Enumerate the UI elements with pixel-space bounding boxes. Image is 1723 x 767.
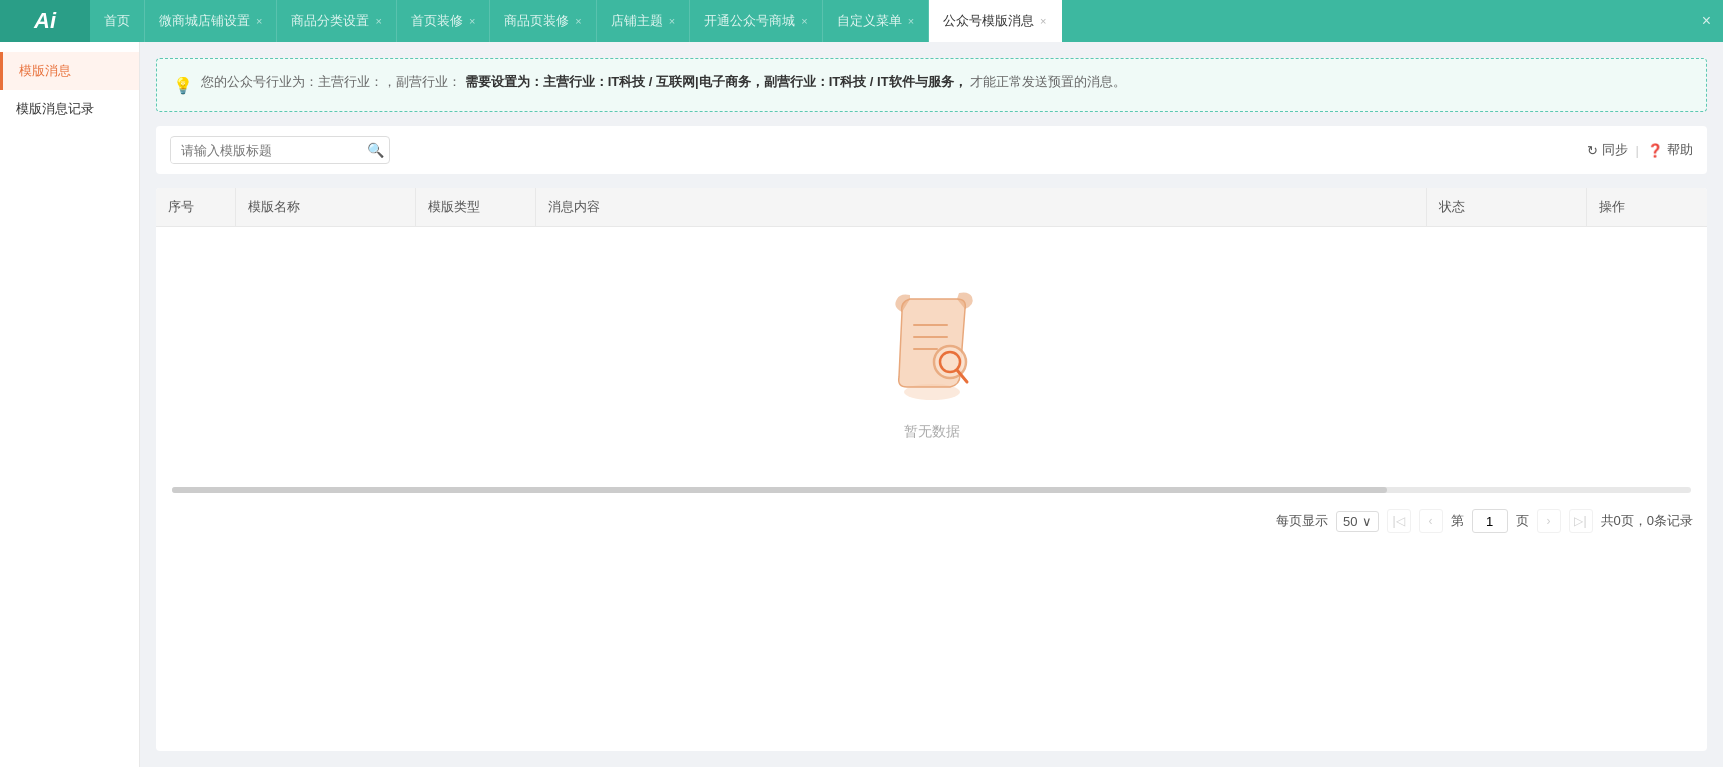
empty-state: 暂无数据 (156, 227, 1707, 481)
close-tab-product-category[interactable]: × (375, 15, 381, 27)
notice-icon: 💡 (173, 72, 193, 99)
close-tab-micro-store[interactable]: × (256, 15, 262, 27)
notice-suffix: 才能正常发送预置的消息。 (970, 74, 1126, 89)
table-header: 序号模版名称模版类型消息内容状态操作 (156, 188, 1707, 227)
per-page-select[interactable]: 50 ∨ (1336, 511, 1378, 532)
table-header-seq: 序号 (156, 188, 236, 226)
help-icon: ❓ (1647, 143, 1663, 158)
notice-highlight: 需要设置为：主营行业：IT科技 / 互联网|电子商务，副营行业：IT科技 / I… (465, 74, 967, 89)
close-tab-template-message[interactable]: × (1040, 15, 1046, 27)
nav-tab-template-message[interactable]: 公众号模版消息× (929, 0, 1061, 42)
empty-text: 暂无数据 (904, 423, 960, 441)
search-button[interactable]: 🔍 (359, 137, 390, 163)
nav-tabs: 首页微商城店铺设置×商品分类设置×首页装修×商品页装修×店铺主题×开通公众号商城… (90, 0, 1723, 42)
table-header-content: 消息内容 (536, 188, 1427, 226)
notice-text: 您的公众号行业为：主营行业：，副营行业： 需要设置为：主营行业：IT科技 / 互… (201, 71, 1126, 93)
toolbar-right: ↻ 同步 | ❓ 帮助 (1587, 141, 1693, 159)
nav-tab-micro-store[interactable]: 微商城店铺设置× (145, 0, 277, 42)
close-all-button[interactable]: × (1702, 12, 1711, 30)
search-wrap: 🔍 (170, 136, 390, 164)
nav-tab-open-store[interactable]: 开通公众号商城× (690, 0, 822, 42)
search-input[interactable] (171, 138, 359, 163)
page-unit: 页 (1516, 512, 1529, 530)
sidebar: 模版消息模版消息记录 (0, 42, 140, 767)
per-page-chevron: ∨ (1362, 514, 1372, 529)
help-button[interactable]: ❓ 帮助 (1647, 141, 1693, 159)
table-header-name: 模版名称 (236, 188, 416, 226)
toolbar-divider: | (1636, 143, 1639, 158)
close-tab-custom-menu[interactable]: × (908, 15, 914, 27)
toolbar: 🔍 ↻ 同步 | ❓ 帮助 (156, 126, 1707, 174)
prev-page-button[interactable]: ‹ (1419, 509, 1443, 533)
sidebar-item-template-msg[interactable]: 模版消息 (0, 52, 139, 90)
top-nav: Ai 首页微商城店铺设置×商品分类设置×首页装修×商品页装修×店铺主题×开通公众… (0, 0, 1723, 42)
next-page-button[interactable]: › (1537, 509, 1561, 533)
notice-box: 💡 您的公众号行业为：主营行业：，副营行业： 需要设置为：主营行业：IT科技 /… (156, 58, 1707, 112)
nav-tab-homepage-decor[interactable]: 首页装修× (397, 0, 490, 42)
first-page-button[interactable]: |◁ (1387, 509, 1411, 533)
scrollbar-wrap (156, 481, 1707, 499)
close-tab-homepage-decor[interactable]: × (469, 15, 475, 27)
scrollbar-thumb[interactable] (172, 487, 1387, 493)
notice-prefix: 您的公众号行业为：主营行业：，副营行业： (201, 74, 461, 89)
sync-button[interactable]: ↻ 同步 (1587, 141, 1628, 159)
scrollbar-track[interactable] (172, 487, 1691, 493)
main-content: 💡 您的公众号行业为：主营行业：，副营行业： 需要设置为：主营行业：IT科技 /… (140, 42, 1723, 767)
layout: 模版消息模版消息记录 💡 您的公众号行业为：主营行业：，副营行业： 需要设置为：… (0, 42, 1723, 767)
close-tab-open-store[interactable]: × (801, 15, 807, 27)
sync-label: 同步 (1602, 141, 1628, 159)
nav-tab-custom-menu[interactable]: 自定义菜单× (823, 0, 929, 42)
empty-icon (872, 287, 992, 407)
nav-tab-store-theme[interactable]: 店铺主题× (597, 0, 690, 42)
help-label: 帮助 (1667, 141, 1693, 159)
page-label: 第 (1451, 512, 1464, 530)
total-count: 共0页，0条记录 (1601, 512, 1693, 530)
nav-tab-product-decor[interactable]: 商品页装修× (490, 0, 596, 42)
table-wrap: 序号模版名称模版类型消息内容状态操作 (156, 188, 1707, 751)
last-page-button[interactable]: ▷| (1569, 509, 1593, 533)
table-header-action: 操作 (1587, 188, 1707, 226)
nav-tab-product-category[interactable]: 商品分类设置× (277, 0, 396, 42)
table-header-type: 模版类型 (416, 188, 536, 226)
pagination: 每页显示 50 ∨ |◁ ‹ 第 页 › ▷| 共0页，0条记录 (156, 499, 1707, 543)
nav-tab-home[interactable]: 首页 (90, 0, 145, 42)
close-tab-product-decor[interactable]: × (575, 15, 581, 27)
page-number-input[interactable] (1472, 509, 1508, 533)
sidebar-item-template-msg-record[interactable]: 模版消息记录 (0, 90, 139, 128)
sync-icon: ↻ (1587, 143, 1598, 158)
close-tab-store-theme[interactable]: × (669, 15, 675, 27)
per-page-value: 50 (1343, 514, 1357, 529)
table-header-status: 状态 (1427, 188, 1587, 226)
logo: Ai (0, 0, 90, 42)
per-page-label: 每页显示 (1276, 512, 1328, 530)
